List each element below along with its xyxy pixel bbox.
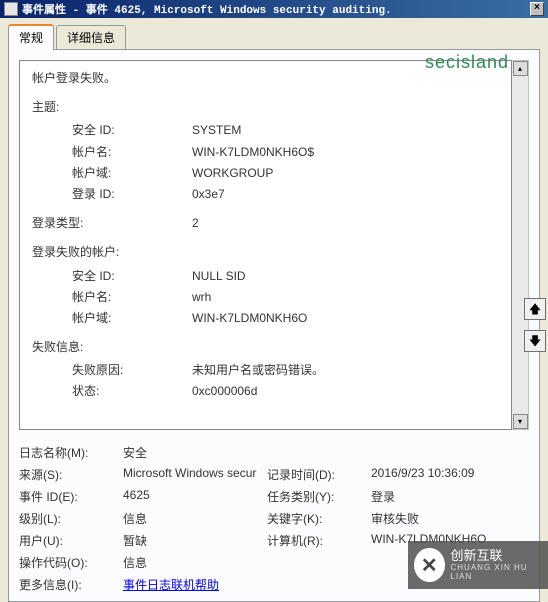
tab-strip: 常规 详细信息 xyxy=(8,24,540,50)
more-info-label: 更多信息(I): xyxy=(19,576,119,593)
subject-section-label: 主题: xyxy=(32,98,499,117)
desc-header: 帐户登录失败。 xyxy=(32,69,116,88)
failed-account-domain-value: WIN-K7LDM0NKH6O xyxy=(192,309,307,328)
failed-account-domain-label: 帐户域: xyxy=(72,309,192,328)
brand-text: 创新互联 xyxy=(451,549,543,563)
scroll-down-icon[interactable]: ▾ xyxy=(513,414,528,429)
source-value: Microsoft Windows secur xyxy=(123,466,263,483)
user-value: 暂缺 xyxy=(123,532,263,549)
subject-security-id-label: 安全 ID: xyxy=(72,121,192,140)
failed-security-id-label: 安全 ID: xyxy=(72,267,192,286)
scroll-up-icon[interactable]: ▴ xyxy=(513,61,528,76)
subject-account-domain-label: 帐户域: xyxy=(72,164,192,183)
log-name-label: 日志名称(M): xyxy=(19,444,119,461)
brand-subtext: CHUANG XIN HU LIAN xyxy=(451,563,543,581)
failure-reason-label: 失败原因: xyxy=(72,361,192,380)
subject-logon-id-value: 0x3e7 xyxy=(192,185,225,204)
failed-account-section-label: 登录失败的帐户: xyxy=(32,243,499,262)
logged-value: 2016/9/23 10:36:09 xyxy=(371,466,529,483)
nav-arrows: 🡅 🡇 xyxy=(524,298,546,352)
level-label: 级别(L): xyxy=(19,510,119,527)
tab-details[interactable]: 详细信息 xyxy=(56,25,126,49)
keywords-label: 关键字(K): xyxy=(267,510,367,527)
opcode-label: 操作代码(O): xyxy=(19,554,119,571)
subject-account-name-value: WIN-K7LDM0NKH6O$ xyxy=(192,143,314,162)
event-id-value: 4625 xyxy=(123,488,263,505)
event-id-label: 事件 ID(E): xyxy=(19,488,119,505)
subject-account-name-label: 帐户名: xyxy=(72,143,192,162)
level-value: 信息 xyxy=(123,510,263,527)
computer-label: 计算机(R): xyxy=(267,532,367,549)
subject-account-domain-value: WORKGROUP xyxy=(192,164,273,183)
titlebar: 事件属性 - 事件 4625, Microsoft Windows securi… xyxy=(0,0,548,18)
window-body: 常规 详细信息 secisland 帐户登录失败。 主题: 安全 ID: SYS… xyxy=(0,18,548,589)
subject-security-id-value: SYSTEM xyxy=(192,121,241,140)
source-label: 来源(S): xyxy=(19,466,119,483)
nav-down-button[interactable]: 🡇 xyxy=(524,330,546,352)
event-description-box: 帐户登录失败。 主题: 安全 ID: SYSTEM 帐户名: WIN-K7LDM… xyxy=(19,60,512,430)
watermark: secisland xyxy=(425,52,509,73)
brand-icon: ✕ xyxy=(414,548,445,582)
nav-up-button[interactable]: 🡅 xyxy=(524,298,546,320)
footer-watermark: ✕ 创新互联 CHUANG XIN HU LIAN xyxy=(408,541,548,589)
task-category-label: 任务类别(Y): xyxy=(267,488,367,505)
tab-general[interactable]: 常规 xyxy=(8,24,54,50)
failure-info-section-label: 失败信息: xyxy=(32,338,499,357)
failed-security-id-value: NULL SID xyxy=(192,267,246,286)
logon-type-value: 2 xyxy=(192,214,199,233)
close-icon[interactable]: × xyxy=(530,2,544,16)
window-title: 事件属性 - 事件 4625, Microsoft Windows securi… xyxy=(22,1,530,17)
keywords-value: 审核失败 xyxy=(371,510,529,527)
logon-type-label: 登录类型: xyxy=(32,214,192,233)
logged-label: 记录时间(D): xyxy=(267,466,367,483)
failed-account-name-value: wrh xyxy=(192,288,211,307)
failure-reason-value: 未知用户名或密码错误。 xyxy=(192,361,324,380)
subject-logon-id-label: 登录 ID: xyxy=(72,185,192,204)
failure-status-label: 状态: xyxy=(72,382,192,401)
task-category-value: 登录 xyxy=(371,488,529,505)
app-icon xyxy=(4,2,18,16)
user-label: 用户(U): xyxy=(19,532,119,549)
scrollbar[interactable]: ▴ ▾ xyxy=(512,60,529,430)
tab-content: secisland 帐户登录失败。 主题: 安全 ID: SYSTEM 帐户名:… xyxy=(8,50,540,602)
log-name-value: 安全 xyxy=(123,444,529,461)
failed-account-name-label: 帐户名: xyxy=(72,288,192,307)
failure-status-value: 0xc000006d xyxy=(192,382,257,401)
